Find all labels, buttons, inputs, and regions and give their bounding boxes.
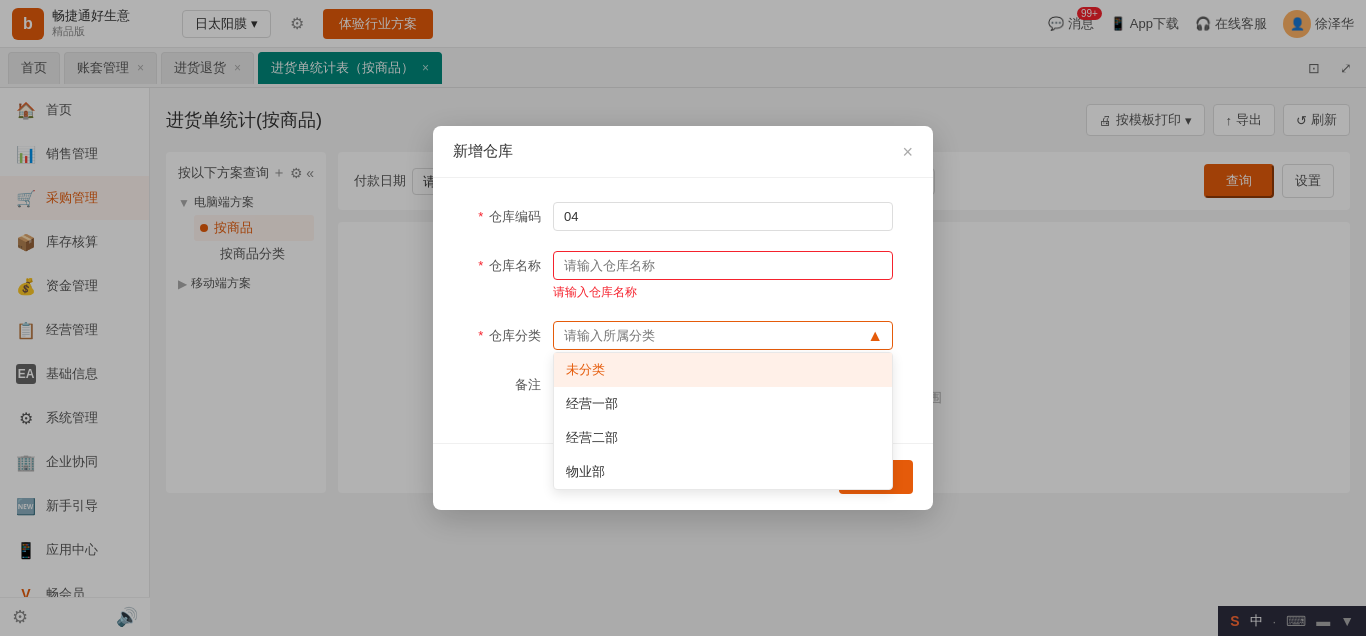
warehouse-name-control: 请输入仓库名称	[553, 251, 893, 301]
category-option-dept1[interactable]: 经营一部	[554, 387, 892, 421]
warehouse-code-label: * 仓库编码	[473, 202, 553, 226]
warehouse-category-label: * 仓库分类	[473, 321, 553, 345]
warehouse-code-input[interactable]	[553, 202, 893, 231]
modal-overlay[interactable]: 新增仓库 × * 仓库编码 * 仓库名称	[0, 0, 1366, 636]
warehouse-name-row: * 仓库名称 请输入仓库名称	[473, 251, 893, 301]
warehouse-remark-label: 备注	[473, 370, 553, 394]
category-option-uncategorized[interactable]: 未分类	[554, 353, 892, 387]
warehouse-category-input[interactable]	[553, 321, 893, 350]
category-dropdown: 未分类 经营一部 经营二部 物业部	[553, 352, 893, 490]
warehouse-name-error: 请输入仓库名称	[553, 284, 893, 301]
warehouse-code-control	[553, 202, 893, 231]
modal-title: 新增仓库	[453, 142, 513, 161]
warehouse-category-control: ▲ 未分类 经营一部 经营二部 物业部	[553, 321, 893, 350]
warehouse-code-row: * 仓库编码	[473, 202, 893, 231]
warehouse-category-row: * 仓库分类 ▲ 未分类 经营一部 经营二部 物业部	[473, 321, 893, 350]
new-warehouse-modal: 新增仓库 × * 仓库编码 * 仓库名称	[433, 126, 933, 510]
warehouse-name-input[interactable]	[553, 251, 893, 280]
category-option-property[interactable]: 物业部	[554, 455, 892, 489]
modal-header: 新增仓库 ×	[433, 126, 933, 178]
modal-body: * 仓库编码 * 仓库名称 请输入仓库名称	[433, 178, 933, 443]
warehouse-name-label: * 仓库名称	[473, 251, 553, 275]
modal-close-btn[interactable]: ×	[902, 143, 913, 161]
category-option-dept2[interactable]: 经营二部	[554, 421, 892, 455]
category-toggle-icon[interactable]: ▲	[867, 327, 883, 345]
